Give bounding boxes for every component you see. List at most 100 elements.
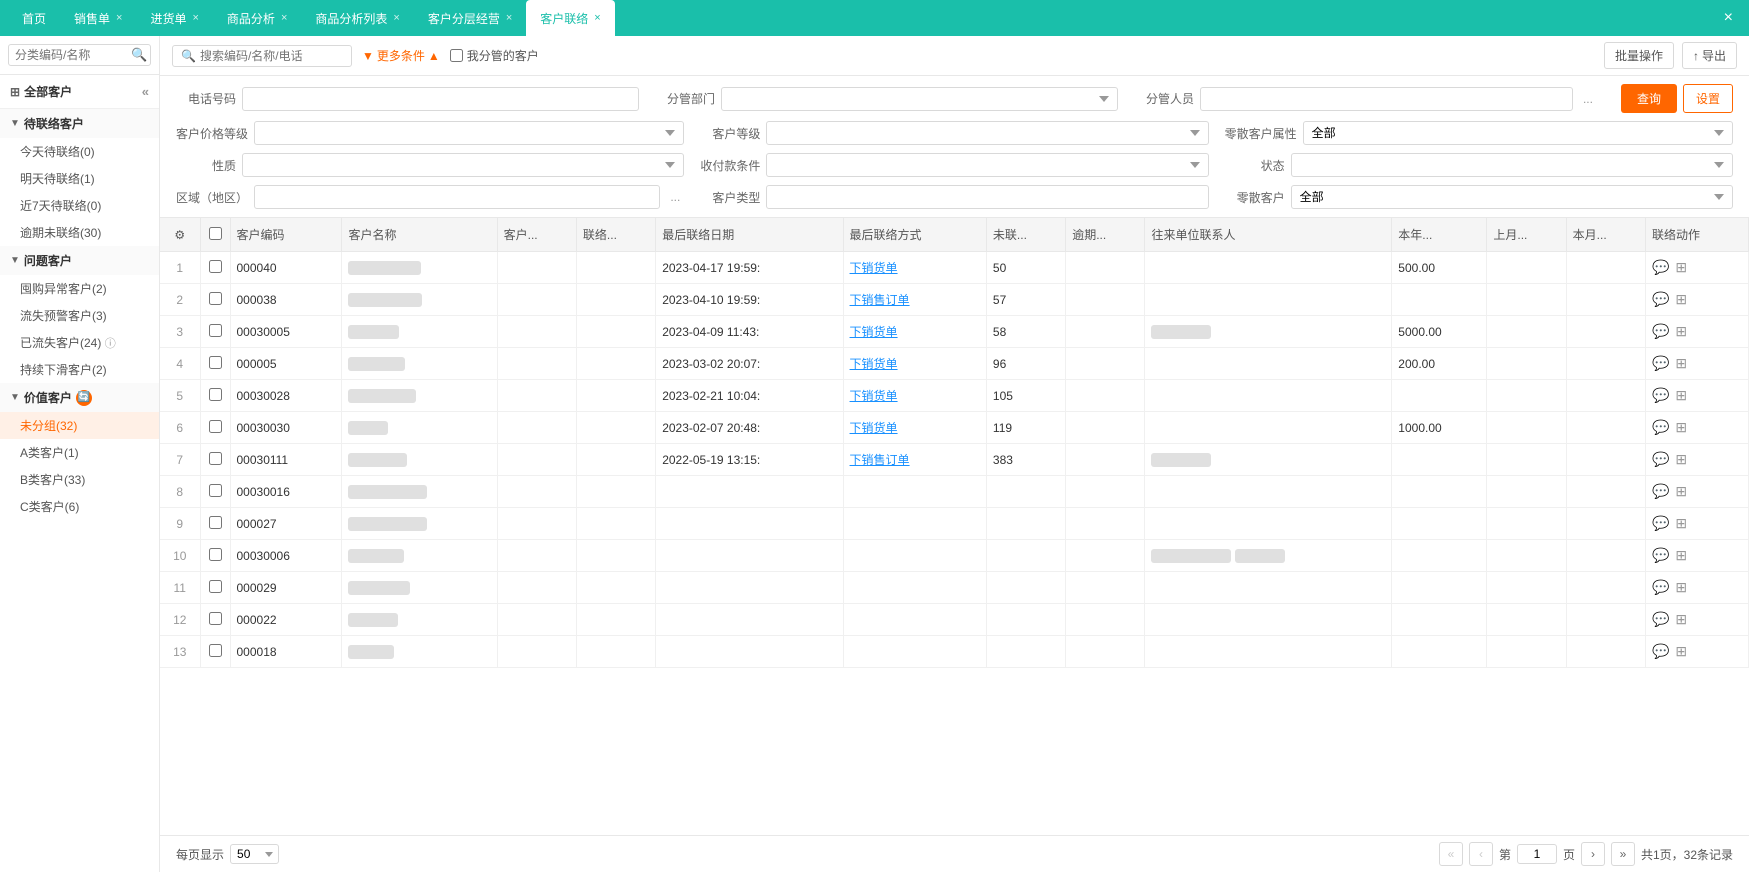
tab-sales[interactable]: 销售单 × [60,0,136,36]
sidebar-group-pending[interactable]: ▼ 待联络客户 [0,109,159,138]
sidebar-item-churn-warning[interactable]: 流失预警客户(3) [0,302,159,329]
tab-analysis-close[interactable]: × [281,12,287,24]
row-checkbox[interactable] [209,452,222,465]
tab-contact[interactable]: 客户联络 × [526,0,614,36]
payment-select[interactable] [766,153,1208,177]
nature-select[interactable] [242,153,684,177]
search-input[interactable] [200,49,343,63]
grid-action-icon[interactable]: ⊞ [1675,291,1687,308]
sidebar-item-class-b[interactable]: B类客户(33) [0,466,159,493]
grid-action-icon[interactable]: ⊞ [1675,547,1687,564]
chat-icon[interactable]: 💬 [1652,387,1669,404]
method-link[interactable]: 下销售订单 [850,453,910,467]
tab-sales-close[interactable]: × [116,12,122,24]
tab-analysis[interactable]: 商品分析 × [213,0,301,36]
row-checkbox[interactable] [209,548,222,561]
next-page-btn[interactable]: › [1581,842,1605,866]
close-all-tabs[interactable]: × [1716,9,1741,27]
row-checkbox[interactable] [209,580,222,593]
chat-icon[interactable]: 💬 [1652,611,1669,628]
row-checkbox[interactable] [209,484,222,497]
row-checkbox[interactable] [209,612,222,625]
chat-icon[interactable]: 💬 [1652,483,1669,500]
sidebar-item-declining[interactable]: 持续下滑客户(2) [0,356,159,383]
grid-action-icon[interactable]: ⊞ [1675,579,1687,596]
my-customers-checkbox-label[interactable]: 我分管的客户 [450,47,539,64]
last-page-btn[interactable]: » [1611,842,1635,866]
dept-select[interactable] [721,87,1118,111]
sidebar-all-customers[interactable]: ⊞ 全部客户 « [0,75,159,109]
region-dots[interactable]: ... [666,190,684,204]
chat-icon[interactable]: 💬 [1652,291,1669,308]
chat-icon[interactable]: 💬 [1652,643,1669,660]
sidebar-group-value[interactable]: ▼ 价值客户 🔄 [0,383,159,412]
person-input[interactable] [1200,87,1573,111]
method-link[interactable]: 下销货单 [850,357,898,371]
sidebar-item-class-a[interactable]: A类客户(1) [0,439,159,466]
per-page-select[interactable]: 50 10 20 100 [230,844,279,864]
select-all-checkbox[interactable] [209,227,222,240]
phone-input[interactable] [242,87,639,111]
sidebar-item-overdue[interactable]: 逾期未联络(30) [0,219,159,246]
chat-icon[interactable]: 💬 [1652,451,1669,468]
grid-action-icon[interactable]: ⊞ [1675,515,1687,532]
grid-action-icon[interactable]: ⊞ [1675,259,1687,276]
sidebar-group-problem[interactable]: ▼ 问题客户 [0,246,159,275]
chat-icon[interactable]: 💬 [1652,515,1669,532]
chat-icon[interactable]: 💬 [1652,547,1669,564]
batch-operation-btn[interactable]: 批量操作 [1604,42,1674,69]
grid-action-icon[interactable]: ⊞ [1675,355,1687,372]
chat-icon[interactable]: 💬 [1652,259,1669,276]
tab-analysis-list-close[interactable]: × [393,12,399,24]
chat-icon[interactable]: 💬 [1652,579,1669,596]
grid-action-icon[interactable]: ⊞ [1675,387,1687,404]
row-checkbox[interactable] [209,292,222,305]
export-btn[interactable]: ↑ 导出 [1682,42,1737,69]
method-link[interactable]: 下销货单 [850,325,898,339]
row-checkbox[interactable] [209,324,222,337]
grid-action-icon[interactable]: ⊞ [1675,611,1687,628]
grid-action-icon[interactable]: ⊞ [1675,483,1687,500]
sidebar-item-class-c[interactable]: C类客户(6) [0,493,159,520]
my-customers-checkbox[interactable] [450,49,463,62]
more-conditions-btn[interactable]: ▼ 更多条件 ▲ [362,47,440,64]
method-link[interactable]: 下销售订单 [850,293,910,307]
chat-icon[interactable]: 💬 [1652,323,1669,340]
grid-action-icon[interactable]: ⊞ [1675,451,1687,468]
row-checkbox[interactable] [209,388,222,401]
chat-icon[interactable]: 💬 [1652,355,1669,372]
region-input[interactable] [254,185,660,209]
method-link[interactable]: 下销货单 [850,261,898,275]
sidebar-collapse-btn[interactable]: « [142,84,149,99]
tab-contact-close[interactable]: × [594,12,600,24]
row-checkbox[interactable] [209,516,222,529]
sidebar-item-hoarding[interactable]: 囤购异常客户(2) [0,275,159,302]
sidebar-item-7days[interactable]: 近7天待联络(0) [0,192,159,219]
tab-analysis-list[interactable]: 商品分析列表 × [301,0,413,36]
method-link[interactable]: 下销货单 [850,421,898,435]
customer-level-select[interactable] [766,121,1208,145]
page-input[interactable] [1517,844,1557,864]
tab-segment-close[interactable]: × [506,12,512,24]
row-checkbox[interactable] [209,356,222,369]
row-checkbox[interactable] [209,644,222,657]
price-level-select[interactable] [254,121,684,145]
col-settings[interactable]: ⚙ [160,218,200,252]
query-btn[interactable]: 查询 [1621,84,1677,113]
customer-type-input[interactable] [766,185,1208,209]
tab-home[interactable]: 首页 [8,0,60,36]
sidebar-item-ungroup[interactable]: 未分组(32) [0,412,159,439]
person-dots[interactable]: ... [1579,92,1597,106]
tab-purchase-close[interactable]: × [192,12,198,24]
reset-btn[interactable]: 设置 [1683,84,1733,113]
chat-icon[interactable]: 💬 [1652,419,1669,436]
zero-attr-select[interactable]: 全部 [1303,121,1733,145]
zero-customer-select[interactable]: 全部 [1291,185,1733,209]
grid-action-icon[interactable]: ⊞ [1675,323,1687,340]
tab-purchase[interactable]: 进货单 × [136,0,212,36]
method-link[interactable]: 下销货单 [850,389,898,403]
sidebar-item-today[interactable]: 今天待联络(0) [0,138,159,165]
prev-page-btn[interactable]: ‹ [1469,842,1493,866]
tab-segment[interactable]: 客户分层经营 × [414,0,526,36]
first-page-btn[interactable]: « [1439,842,1463,866]
